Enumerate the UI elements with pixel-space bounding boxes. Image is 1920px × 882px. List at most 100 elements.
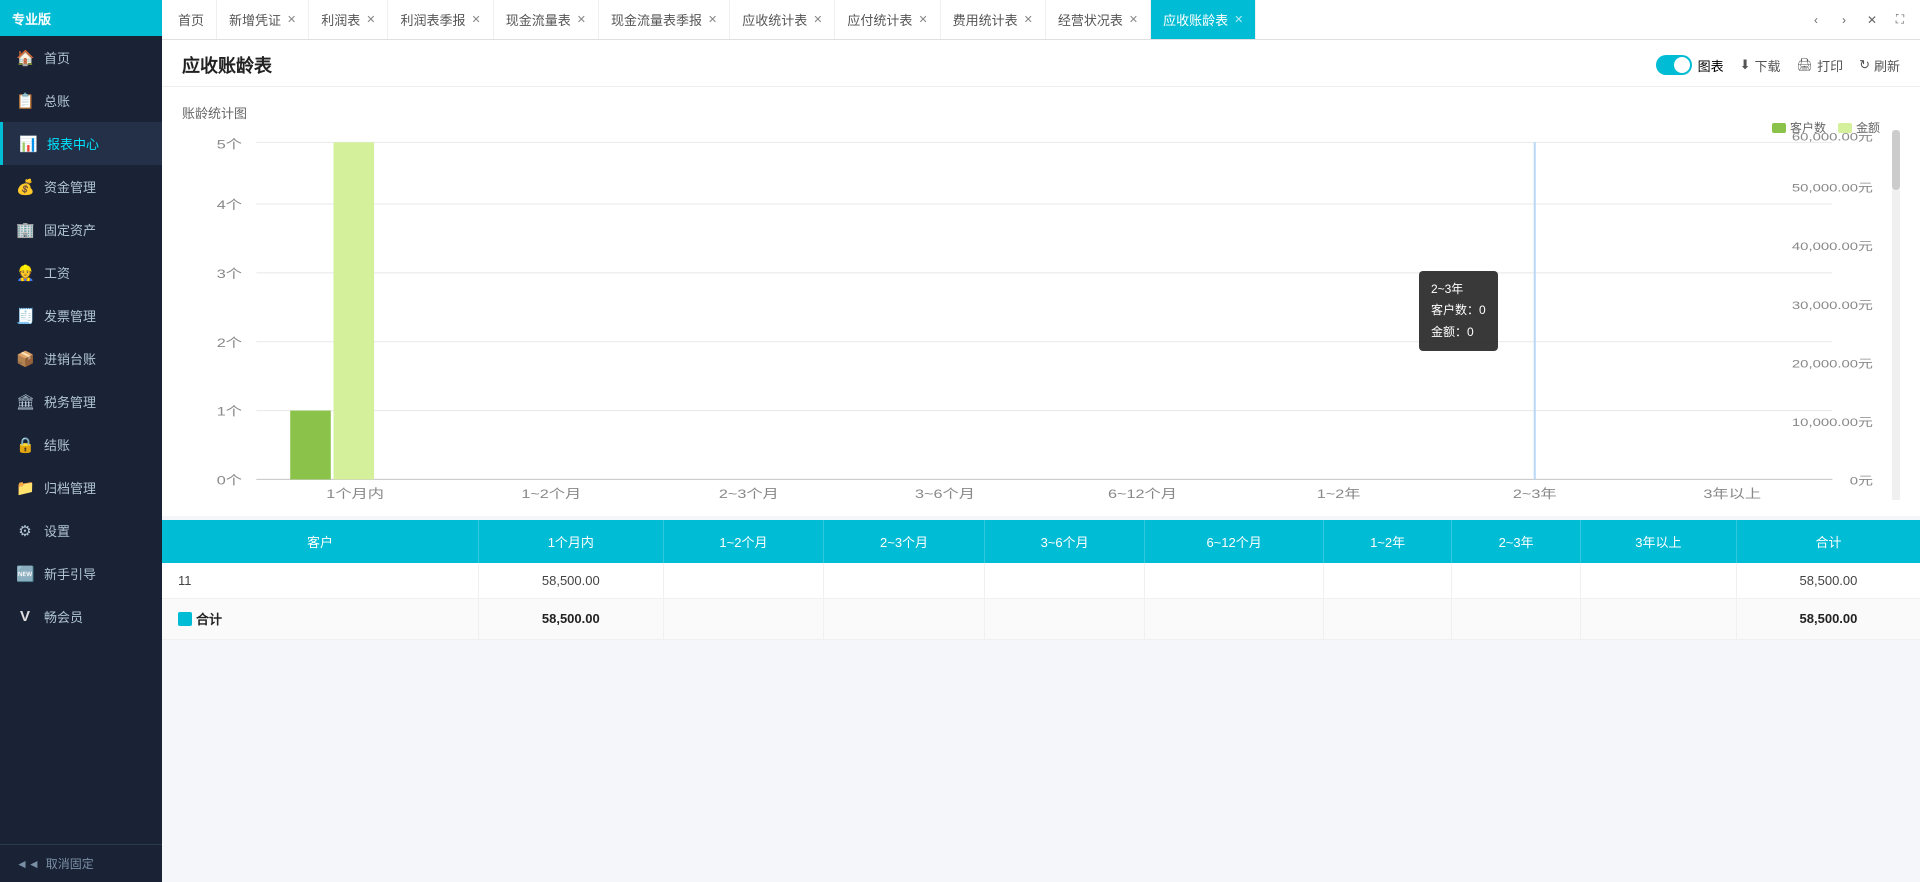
sidebar-item-salary[interactable]: 👷 工资 (0, 251, 162, 294)
chart-toggle[interactable]: 图表 (1656, 55, 1724, 75)
tab-home[interactable]: 首页 (166, 0, 217, 39)
tab-ar-stats-label: 应收统计表 (742, 10, 807, 29)
sidebar-item-sales[interactable]: 📦 进销台账 (0, 337, 162, 380)
table-row: 11 58,500.00 58,500.00 (162, 563, 1920, 599)
tab-expense-stats[interactable]: 费用统计表 ✕ (941, 0, 1046, 39)
total-m2 (663, 599, 824, 640)
sidebar-item-home[interactable]: 🏠 首页 (0, 36, 162, 79)
settings-icon: ⚙ (16, 522, 34, 540)
col-m2: 1~2个月 (663, 520, 824, 563)
tab-operation-stats-label: 经营状况表 (1058, 10, 1123, 29)
tab-cashflow[interactable]: 现金流量表 ✕ (494, 0, 599, 39)
sidebar-item-assets[interactable]: 🏢 固定资产 (0, 208, 162, 251)
chart-scrollbar-thumb[interactable] (1892, 130, 1900, 190)
tab-profit-quarter[interactable]: 利润表季报 ✕ (388, 0, 493, 39)
total-above (1580, 599, 1736, 640)
sidebar-item-reports[interactable]: 📊 报表中心 (0, 122, 162, 165)
svg-text:6~12个月: 6~12个月 (1108, 487, 1177, 500)
chart-wrapper: 0个 1个 2个 3个 4个 5个 0元 10,000.00元 20,000.0… (182, 130, 1900, 500)
sidebar-item-closing[interactable]: 🔒 结账 (0, 423, 162, 466)
refresh-button[interactable]: ↻ 刷新 (1859, 56, 1900, 75)
svg-text:0元: 0元 (1850, 474, 1873, 487)
ledger-icon: 📋 (16, 92, 34, 110)
tab-fullscreen-button[interactable]: ⛶ (1888, 8, 1912, 32)
tab-next-button[interactable]: › (1832, 8, 1856, 32)
total-m6 (984, 599, 1145, 640)
cell-m3 (824, 563, 985, 599)
svg-text:2~3个月: 2~3个月 (719, 487, 779, 500)
sidebar-item-label: 总账 (44, 91, 70, 110)
tab-ar-stats[interactable]: 应收统计表 ✕ (730, 0, 835, 39)
app-logo: 专业版 (0, 0, 162, 36)
col-m3: 2~3个月 (824, 520, 985, 563)
tab-profit[interactable]: 利润表 ✕ (309, 0, 388, 39)
cell-y2 (1323, 563, 1452, 599)
sidebar-item-label: 报表中心 (47, 134, 99, 153)
tab-voucher-close[interactable]: ✕ (287, 13, 296, 26)
tab-profit-close[interactable]: ✕ (366, 13, 375, 26)
assets-icon: 🏢 (16, 221, 34, 239)
tab-cashflow-quarter-label: 现金流量表季报 (611, 10, 702, 29)
sidebar-item-label: 发票管理 (44, 306, 96, 325)
tab-operation-stats[interactable]: 经营状况表 ✕ (1046, 0, 1151, 39)
home-icon: 🏠 (16, 49, 34, 67)
print-label: 打印 (1817, 56, 1843, 75)
tab-ap-stats-close[interactable]: ✕ (918, 13, 927, 26)
guide-icon: 🆕 (16, 565, 34, 583)
col-m6: 3~6个月 (984, 520, 1145, 563)
svg-text:1~2年: 1~2年 (1317, 487, 1361, 500)
total-sum: 58,500.00 (1736, 599, 1920, 640)
download-button[interactable]: ⬇ 下载 (1740, 56, 1781, 75)
sidebar-item-ledger[interactable]: 📋 总账 (0, 79, 162, 122)
svg-text:20,000.00元: 20,000.00元 (1792, 357, 1873, 370)
sidebar-item-archive[interactable]: 📁 归档管理 (0, 466, 162, 509)
tab-operation-stats-close[interactable]: ✕ (1129, 13, 1138, 26)
cancel-pin-button[interactable]: ◄◄ 取消固定 (0, 845, 162, 882)
tab-profit-quarter-close[interactable]: ✕ (472, 13, 481, 26)
tab-cashflow-quarter-close[interactable]: ✕ (708, 13, 717, 26)
cell-customer: 11 (162, 563, 478, 599)
total-m3 (824, 599, 985, 640)
chart-svg: 0个 1个 2个 3个 4个 5个 0元 10,000.00元 20,000.0… (182, 130, 1900, 500)
sidebar-item-tax[interactable]: 🏛 税务管理 (0, 380, 162, 423)
cell-m1: 58,500.00 (478, 563, 663, 599)
sidebar-item-label: 税务管理 (44, 392, 96, 411)
table-total-row: 合计 58,500.00 58,500.00 (162, 599, 1920, 640)
sidebar-item-invoice[interactable]: 🧾 发票管理 (0, 294, 162, 337)
col-y3: 2~3年 (1452, 520, 1581, 563)
total-icon-wrapper: 合计 (178, 609, 222, 628)
print-button[interactable]: 🖨 打印 (1797, 56, 1844, 75)
tab-expense-stats-close[interactable]: ✕ (1024, 13, 1033, 26)
tab-profit-quarter-label: 利润表季报 (400, 10, 465, 29)
tab-cashflow-quarter[interactable]: 现金流量表季报 ✕ (599, 0, 730, 39)
page-area: 应收账龄表 图表 ⬇ 下载 🖨 打印 ↻ 刷新 (162, 40, 1920, 882)
tab-prev-button[interactable]: ‹ (1804, 8, 1828, 32)
funds-icon: 💰 (16, 178, 34, 196)
sidebar-item-vip[interactable]: V 畅会员 (0, 595, 162, 638)
sidebar-item-settings[interactable]: ⚙ 设置 (0, 509, 162, 552)
salary-icon: 👷 (16, 264, 34, 282)
col-y2: 1~2年 (1323, 520, 1452, 563)
chart-toggle-label: 图表 (1698, 56, 1724, 75)
tab-voucher[interactable]: 新增凭证 ✕ (217, 0, 309, 39)
svg-text:2~3年: 2~3年 (1513, 487, 1557, 500)
tax-icon: 🏛 (16, 393, 34, 411)
tab-ap-stats[interactable]: 应付统计表 ✕ (835, 0, 940, 39)
toggle-track[interactable] (1656, 55, 1692, 75)
svg-text:60,000.00元: 60,000.00元 (1792, 130, 1873, 143)
chart-scrollbar[interactable] (1892, 130, 1900, 500)
sidebar-item-funds[interactable]: 💰 资金管理 (0, 165, 162, 208)
download-label: 下载 (1755, 56, 1781, 75)
tab-ar-aging-close[interactable]: ✕ (1234, 13, 1243, 26)
svg-text:3年以上: 3年以上 (1703, 487, 1761, 500)
sidebar-bottom: ◄◄ 取消固定 (0, 844, 162, 882)
sidebar-item-guide[interactable]: 🆕 新手引导 (0, 552, 162, 595)
tab-cashflow-close[interactable]: ✕ (577, 13, 586, 26)
sidebar-item-label: 资金管理 (44, 177, 96, 196)
tab-close-all-button[interactable]: ✕ (1860, 8, 1884, 32)
tab-home-label: 首页 (178, 10, 204, 29)
tab-ar-stats-close[interactable]: ✕ (813, 13, 822, 26)
sidebar-item-label: 首页 (44, 48, 70, 67)
svg-text:30,000.00元: 30,000.00元 (1792, 299, 1873, 312)
tab-ar-aging[interactable]: 应收账龄表 ✕ (1151, 0, 1256, 39)
